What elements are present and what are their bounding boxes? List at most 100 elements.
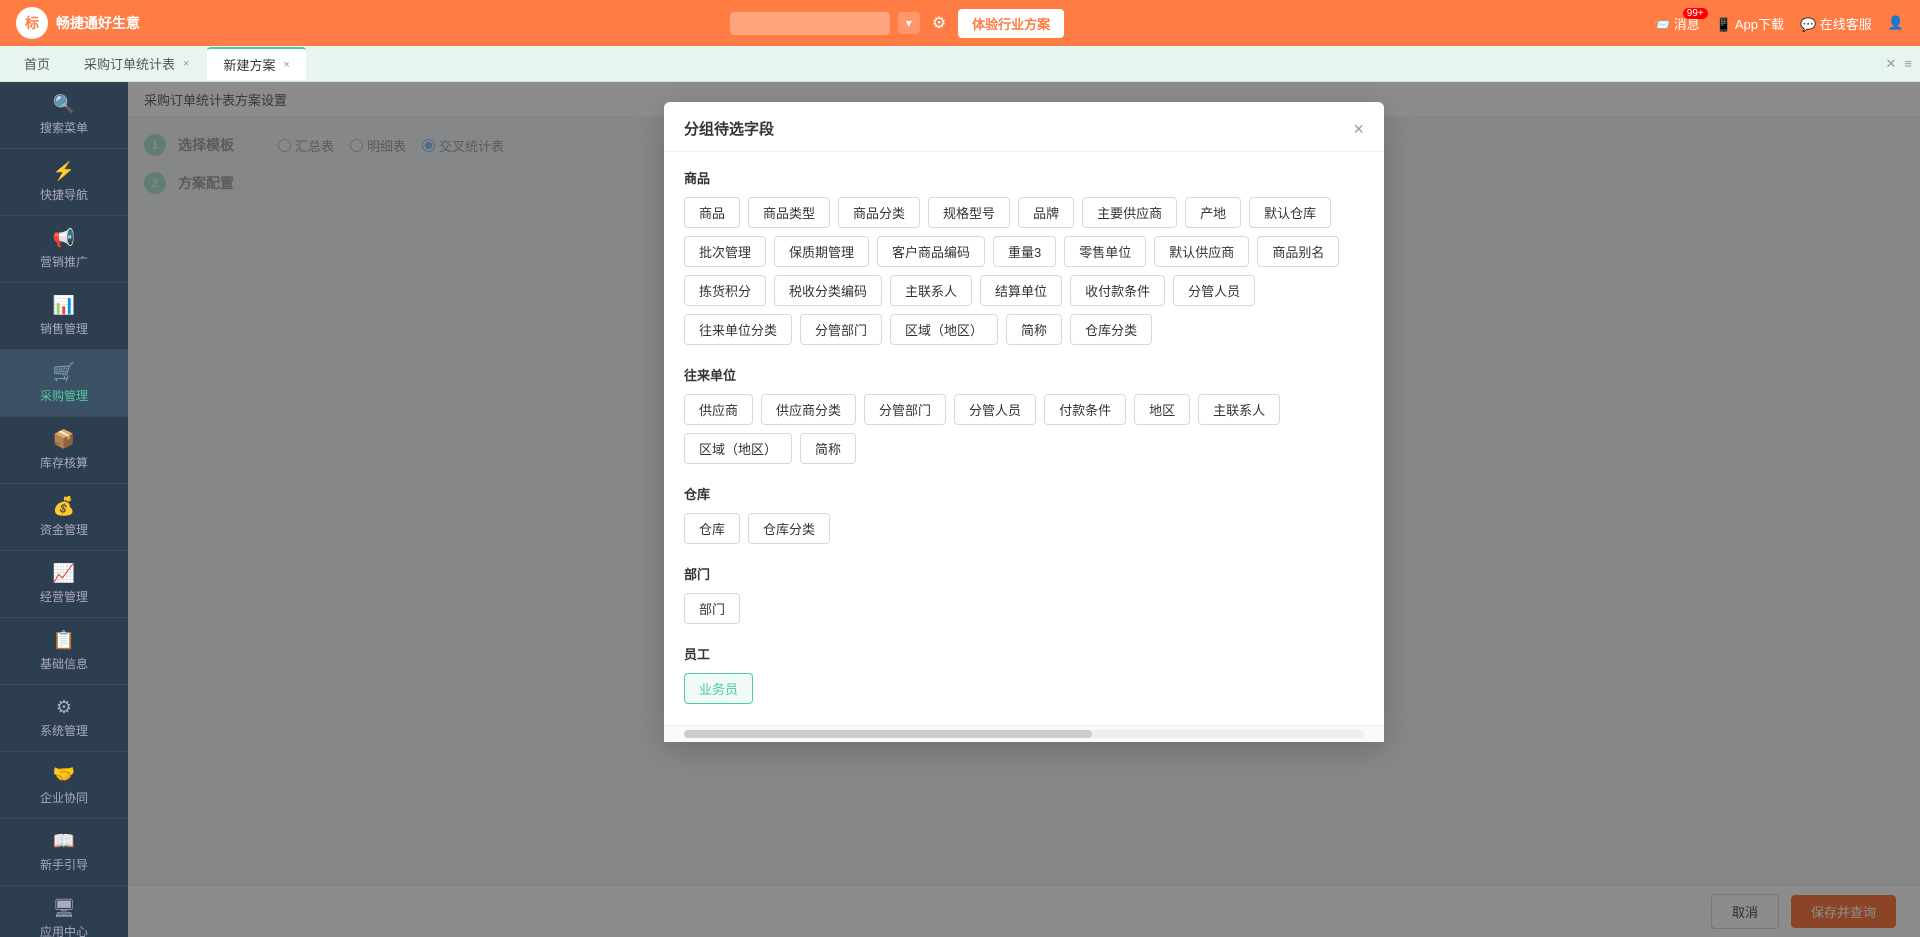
online-service[interactable]: 💬 在线客服: [1800, 14, 1872, 33]
sidebar-item-sales[interactable]: 📊 销售管理: [0, 283, 128, 350]
warehouse-chips: 仓库 仓库分类: [684, 513, 1364, 544]
chip-product-category[interactable]: 商品分类: [838, 197, 920, 228]
trial-btn[interactable]: 体验行业方案: [958, 9, 1064, 38]
tab-home[interactable]: 首页: [8, 48, 66, 79]
content-area: 采购订单统计表方案设置 1 选择模板 汇总表 明细表 交叉统计表 2 方案配置: [128, 82, 1920, 937]
sidebar-item-collab[interactable]: 🤝 企业协同: [0, 752, 128, 819]
chip-party-category[interactable]: 往来单位分类: [684, 314, 792, 345]
sidebar-label-apps: 应用中心: [40, 923, 88, 937]
chip-supervisor[interactable]: 分管人员: [1173, 275, 1255, 306]
chip-dept[interactable]: 分管部门: [800, 314, 882, 345]
dropdown-btn[interactable]: ▾: [898, 12, 920, 34]
hscroll-thumb[interactable]: [684, 730, 1092, 738]
tab-close-purchase[interactable]: ×: [183, 58, 189, 70]
modal-overlay: 分组待选字段 × 商品 商品 商品类型 商品分类 规格型号 品牌 主要供应商: [128, 82, 1920, 937]
chip-default-warehouse[interactable]: 默认仓库: [1249, 197, 1331, 228]
sidebar-item-guide[interactable]: 📖 新手引导: [0, 819, 128, 886]
chip-main-contact[interactable]: 主联系人: [890, 275, 972, 306]
chip-warehouse-cat[interactable]: 仓库分类: [748, 513, 830, 544]
sidebar-item-operations[interactable]: 📈 经营管理: [0, 551, 128, 618]
section-product: 商品 商品 商品类型 商品分类 规格型号 品牌 主要供应商 产地 默认仓库 批次…: [684, 168, 1364, 345]
chip-payment-terms[interactable]: 收付款条件: [1070, 275, 1165, 306]
sidebar-item-system[interactable]: ⚙ 系统管理: [0, 685, 128, 752]
nav-tabs: 首页 采购订单统计表 × 新建方案 × ✕ ≡: [0, 46, 1920, 82]
modal-header: 分组待选字段 ×: [664, 102, 1384, 152]
chip-origin[interactable]: 产地: [1185, 197, 1241, 228]
chip-tax-code[interactable]: 税收分类编码: [774, 275, 882, 306]
sidebar-item-search[interactable]: 🔍 搜索菜单: [0, 82, 128, 149]
modal-body[interactable]: 商品 商品 商品类型 商品分类 规格型号 品牌 主要供应商 产地 默认仓库 批次…: [664, 152, 1384, 725]
chip-region[interactable]: 区域（地区）: [890, 314, 998, 345]
purchase-icon: 🛒: [53, 362, 75, 383]
sidebar-item-marketing[interactable]: 📢 营销推广: [0, 216, 128, 283]
dept-chips: 部门: [684, 593, 1364, 624]
user-avatar[interactable]: 👤: [1888, 15, 1904, 31]
chip-party-person[interactable]: 分管人员: [954, 394, 1036, 425]
chip-product-type[interactable]: 商品类型: [748, 197, 830, 228]
sidebar-item-purchase[interactable]: 🛒 采购管理: [0, 350, 128, 417]
chip-party-region[interactable]: 区域（地区）: [684, 433, 792, 464]
tab-close-new[interactable]: ×: [283, 59, 289, 71]
app-download[interactable]: 📱 App下载: [1716, 14, 1784, 33]
sidebar-item-apps[interactable]: 🖥 应用中心: [0, 886, 128, 937]
chip-weight3[interactable]: 重量3: [993, 236, 1056, 267]
chip-area[interactable]: 地区: [1134, 394, 1190, 425]
basic-icon: 📋: [53, 630, 75, 651]
chip-customer-code[interactable]: 客户商品编码: [877, 236, 985, 267]
chip-settle-unit[interactable]: 结算单位: [980, 275, 1062, 306]
guide-icon: 📖: [53, 831, 75, 852]
sidebar-item-basic[interactable]: 📋 基础信息: [0, 618, 128, 685]
product-chips: 商品 商品类型 商品分类 规格型号 品牌 主要供应商 产地 默认仓库 批次管理 …: [684, 197, 1364, 345]
gear-btn[interactable]: ⚙: [928, 9, 950, 37]
chip-supplier-category[interactable]: 供应商分类: [761, 394, 856, 425]
chip-party-dept[interactable]: 分管部门: [864, 394, 946, 425]
close-all[interactable]: ✕: [1886, 56, 1897, 72]
sidebar-label-finance: 资金管理: [40, 521, 88, 538]
apps-icon: 🖥: [53, 898, 76, 919]
chip-shortname[interactable]: 简称: [1006, 314, 1062, 345]
chip-department[interactable]: 部门: [684, 593, 740, 624]
chip-wh-category[interactable]: 仓库分类: [1070, 314, 1152, 345]
chip-product-alias[interactable]: 商品别名: [1257, 236, 1339, 267]
chip-shelf-life[interactable]: 保质期管理: [774, 236, 869, 267]
sidebar-item-quicknav[interactable]: ⚡ 快捷导航: [0, 149, 128, 216]
chip-party-short[interactable]: 简称: [800, 433, 856, 464]
sidebar-label-quicknav: 快捷导航: [40, 186, 88, 203]
chip-pay-terms[interactable]: 付款条件: [1044, 394, 1126, 425]
modal-scroll-bar[interactable]: [664, 725, 1384, 742]
tab-purchase-order[interactable]: 采购订单统计表 ×: [68, 48, 205, 79]
finance-icon: 💰: [53, 496, 75, 517]
chip-warehouse[interactable]: 仓库: [684, 513, 740, 544]
chip-spec-model[interactable]: 规格型号: [928, 197, 1010, 228]
field-select-modal: 分组待选字段 × 商品 商品 商品类型 商品分类 规格型号 品牌 主要供应商: [664, 102, 1384, 742]
chip-brand[interactable]: 品牌: [1018, 197, 1074, 228]
chip-product[interactable]: 商品: [684, 197, 740, 228]
chip-retail-unit[interactable]: 零售单位: [1064, 236, 1146, 267]
section-title-dept: 部门: [684, 564, 1364, 583]
system-icon: ⚙: [56, 697, 72, 718]
tab-new-plan[interactable]: 新建方案 ×: [207, 47, 305, 80]
modal-close-btn[interactable]: ×: [1353, 120, 1364, 138]
chip-party-contact[interactable]: 主联系人: [1198, 394, 1280, 425]
sidebar-item-inventory[interactable]: 📦 库存核算: [0, 417, 128, 484]
sidebar-item-finance[interactable]: 💰 资金管理: [0, 484, 128, 551]
employee-chips: 业务员: [684, 673, 1364, 704]
chip-default-supplier[interactable]: 默认供应商: [1154, 236, 1249, 267]
logo-icon: 标: [16, 7, 48, 39]
logo-area: 标 畅捷通好生意: [16, 7, 140, 39]
chip-salesperson[interactable]: 业务员: [684, 673, 753, 704]
chip-supplier[interactable]: 供应商: [684, 394, 753, 425]
collab-icon: 🤝: [53, 764, 75, 785]
search-input[interactable]: [730, 12, 890, 35]
nav-more[interactable]: ≡: [1904, 56, 1912, 71]
chip-main-supplier[interactable]: 主要供应商: [1082, 197, 1177, 228]
sidebar-label-operations: 经营管理: [40, 588, 88, 605]
inventory-icon: 📦: [53, 429, 75, 450]
chip-batch-manage[interactable]: 批次管理: [684, 236, 766, 267]
sidebar-label-guide: 新手引导: [40, 856, 88, 873]
chip-pick-points[interactable]: 拣货积分: [684, 275, 766, 306]
sidebar-label-inventory: 库存核算: [40, 454, 88, 471]
section-title-warehouse: 仓库: [684, 484, 1364, 503]
message-btn[interactable]: 📨 消息 99+: [1654, 14, 1700, 33]
header-right: 📨 消息 99+ 📱 App下载 💬 在线客服 👤: [1654, 14, 1904, 33]
